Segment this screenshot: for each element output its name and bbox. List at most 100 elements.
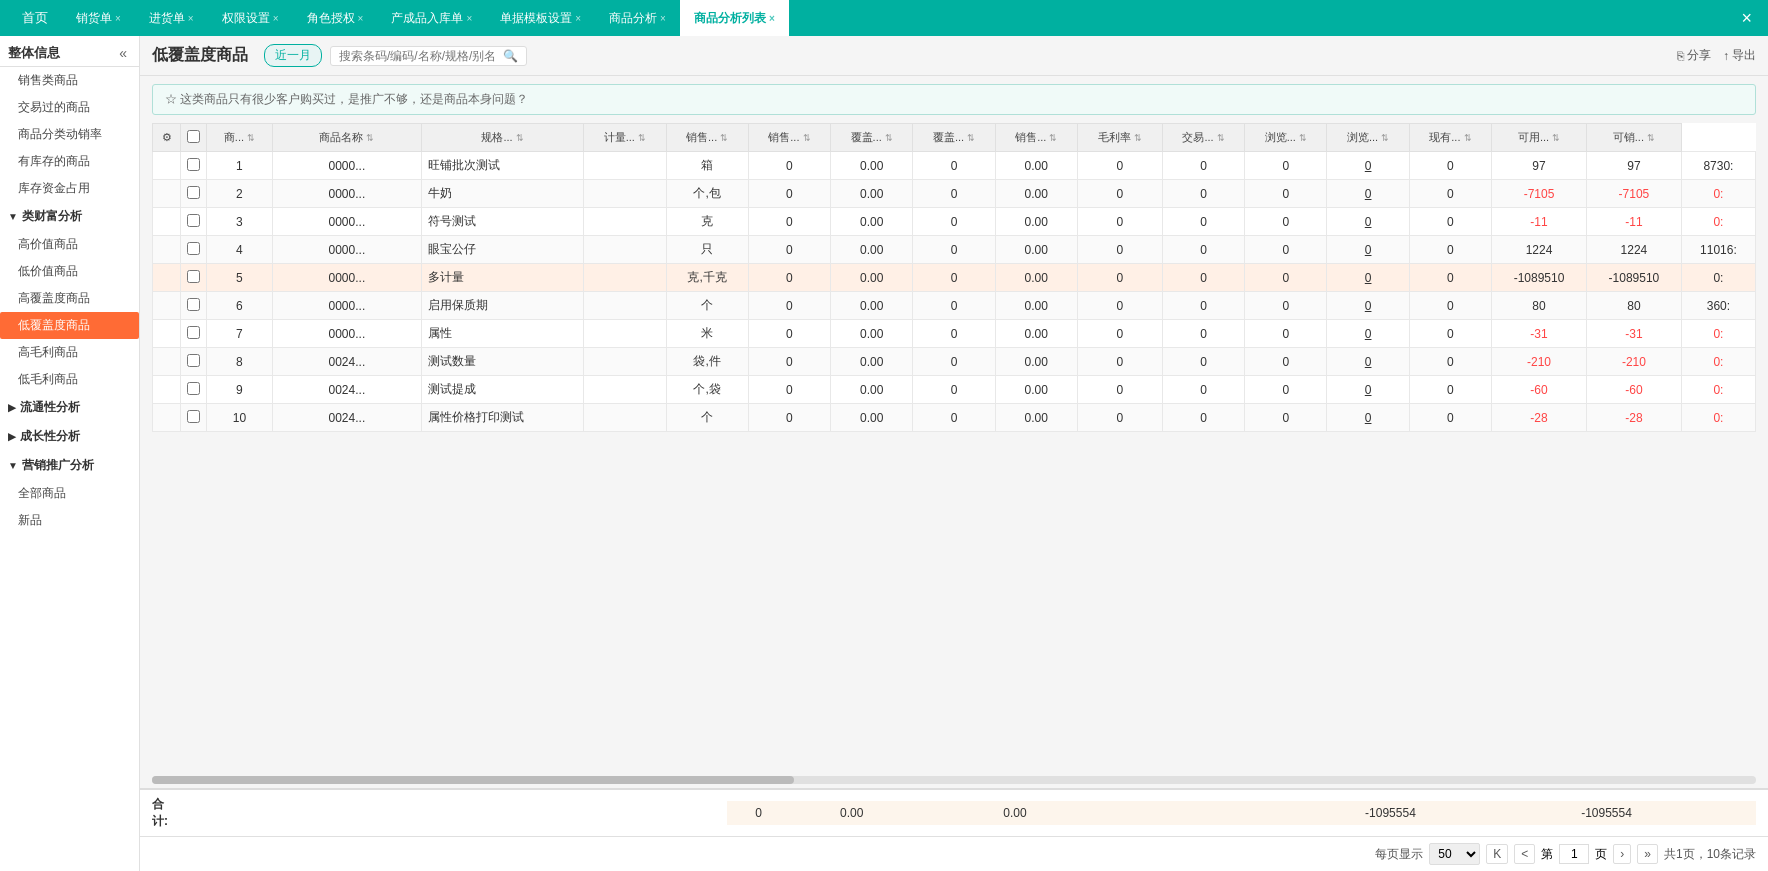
row-checkbox-cell[interactable] [181,264,207,292]
row-browse1[interactable]: 0 [1327,292,1409,320]
col-sales-qty[interactable]: 销售... ⇅ [666,124,748,152]
row-browse1[interactable]: 0 [1327,208,1409,236]
row-checkbox-cell[interactable] [181,180,207,208]
row-checkbox-cell[interactable] [181,292,207,320]
date-filter-button[interactable]: 近一月 [264,44,322,67]
row-browse1[interactable]: 0 [1327,376,1409,404]
nav-close-roles[interactable]: × [358,13,364,24]
last-page-button[interactable]: » [1637,844,1658,864]
sidebar-section-growth[interactable]: ▶ 成长性分析 [0,422,139,451]
col-current[interactable]: 现有... ⇅ [1409,124,1491,152]
sidebar-item-high-value[interactable]: 高价值商品 [0,231,139,258]
row-checkbox-cell[interactable] [181,236,207,264]
col-spec[interactable]: 规格... ⇅ [421,124,583,152]
row-checkbox-cell[interactable] [181,320,207,348]
row-checkbox[interactable] [187,186,200,199]
sidebar-item-low-value[interactable]: 低价值商品 [0,258,139,285]
row-checkbox-cell[interactable] [181,348,207,376]
nav-home[interactable]: 首页 [8,0,62,36]
row-checkbox-cell[interactable] [181,376,207,404]
sidebar-item-low-profit[interactable]: 低毛利商品 [0,366,139,393]
nav-permissions[interactable]: 权限设置 × [208,0,293,36]
prev-page-button[interactable]: < [1514,844,1535,864]
sidebar-section-wealth[interactable]: ▼ 类财富分析 [0,202,139,231]
row-checkbox-cell[interactable] [181,208,207,236]
select-all-checkbox[interactable] [187,130,200,143]
nav-close-product-warehouse[interactable]: × [466,13,472,24]
sidebar-section-liquidity[interactable]: ▶ 流通性分析 [0,393,139,422]
col-name[interactable]: 商品名称 ⇅ [272,124,421,152]
row-checkbox[interactable] [187,326,200,339]
nav-close-product-analysis-list[interactable]: × [769,13,775,24]
share-button[interactable]: ⎘ 分享 [1677,47,1711,64]
nav-product-analysis-list[interactable]: 商品分析列表 × [680,0,789,36]
sidebar-item-new-products[interactable]: 新品 [0,507,139,534]
sidebar-item-low-coverage[interactable]: 低覆盖度商品 [0,312,139,339]
horizontal-scrollbar[interactable] [152,776,1756,784]
row-browse1[interactable]: 0 [1327,152,1409,180]
col-gear[interactable]: ⚙ [153,124,181,152]
row-browse1[interactable]: 0 [1327,236,1409,264]
row-browse1[interactable]: 0 [1327,348,1409,376]
col-checkbox-header[interactable] [181,124,207,152]
row-checkbox[interactable] [187,158,200,171]
nav-close-purchase[interactable]: × [188,13,194,24]
sidebar-item-traded[interactable]: 交易过的商品 [0,94,139,121]
sidebar-section-marketing[interactable]: ▼ 营销推广分析 [0,451,139,480]
col-sales-amt[interactable]: 销售... ⇅ [748,124,830,152]
row-checkbox[interactable] [187,270,200,283]
sidebar-item-all-products[interactable]: 全部商品 [0,480,139,507]
row-checkbox[interactable] [187,242,200,255]
nav-close-product-analysis[interactable]: × [660,13,666,24]
col-gross[interactable]: 毛利率 ⇅ [1077,124,1162,152]
sidebar-item-category-rate[interactable]: 商品分类动销率 [0,121,139,148]
export-button[interactable]: ↑ 导出 [1723,47,1756,64]
row-checkbox[interactable] [187,410,200,423]
sidebar-item-sales-products[interactable]: 销售类商品 [0,67,139,94]
nav-close-permissions[interactable]: × [273,13,279,24]
col-cover1[interactable]: 覆盖... ⇅ [831,124,913,152]
nav-template[interactable]: 单据模板设置 × [486,0,595,36]
nav-product-analysis[interactable]: 商品分析 × [595,0,680,36]
row-browse1[interactable]: 0 [1327,180,1409,208]
nav-close-sales[interactable]: × [115,13,121,24]
col-unit[interactable]: 计量... ⇅ [584,124,666,152]
first-page-button[interactable]: K [1486,844,1508,864]
col-saleable[interactable]: 可销... ⇅ [1586,124,1681,152]
sidebar-item-high-coverage[interactable]: 高覆盖度商品 [0,285,139,312]
col-trade[interactable]: 交易... ⇅ [1162,124,1244,152]
row-checkbox[interactable] [187,298,200,311]
window-close-button[interactable]: × [1733,8,1760,29]
col-browse2[interactable]: 浏览... ⇅ [1327,124,1409,152]
row-sales3: 0 [1077,348,1162,376]
nav-sales[interactable]: 销货单 × [62,0,135,36]
col-cover2[interactable]: 覆盖... ⇅ [913,124,995,152]
nav-purchase[interactable]: 进货单 × [135,0,208,36]
row-browse1[interactable]: 0 [1327,320,1409,348]
sidebar-collapse-button[interactable]: « [119,45,127,61]
nav-product-warehouse[interactable]: 产成品入库单 × [377,0,486,36]
row-trade: 0 [1245,376,1327,404]
scrollbar-thumb[interactable] [152,776,794,784]
search-icon[interactable]: 🔍 [503,49,518,63]
page-size-select[interactable]: 50 100 200 [1429,843,1480,865]
col-code[interactable]: 商... ⇅ [207,124,273,152]
search-input[interactable] [339,49,499,63]
row-checkbox[interactable] [187,382,200,395]
sidebar-item-high-profit[interactable]: 高毛利商品 [0,339,139,366]
sidebar-item-inventory-value[interactable]: 库存资金占用 [0,175,139,202]
row-checkbox[interactable] [187,214,200,227]
next-page-button[interactable]: › [1613,844,1631,864]
row-checkbox[interactable] [187,354,200,367]
row-checkbox-cell[interactable] [181,404,207,432]
col-sales3[interactable]: 销售... ⇅ [995,124,1077,152]
nav-roles[interactable]: 角色授权 × [293,0,378,36]
col-available[interactable]: 可用... ⇅ [1492,124,1587,152]
sidebar-item-in-stock[interactable]: 有库存的商品 [0,148,139,175]
nav-close-template[interactable]: × [575,13,581,24]
row-browse1[interactable]: 0 [1327,264,1409,292]
col-browse1[interactable]: 浏览... ⇅ [1245,124,1327,152]
row-checkbox-cell[interactable] [181,152,207,180]
page-number-input[interactable] [1559,844,1589,864]
row-browse1[interactable]: 0 [1327,404,1409,432]
